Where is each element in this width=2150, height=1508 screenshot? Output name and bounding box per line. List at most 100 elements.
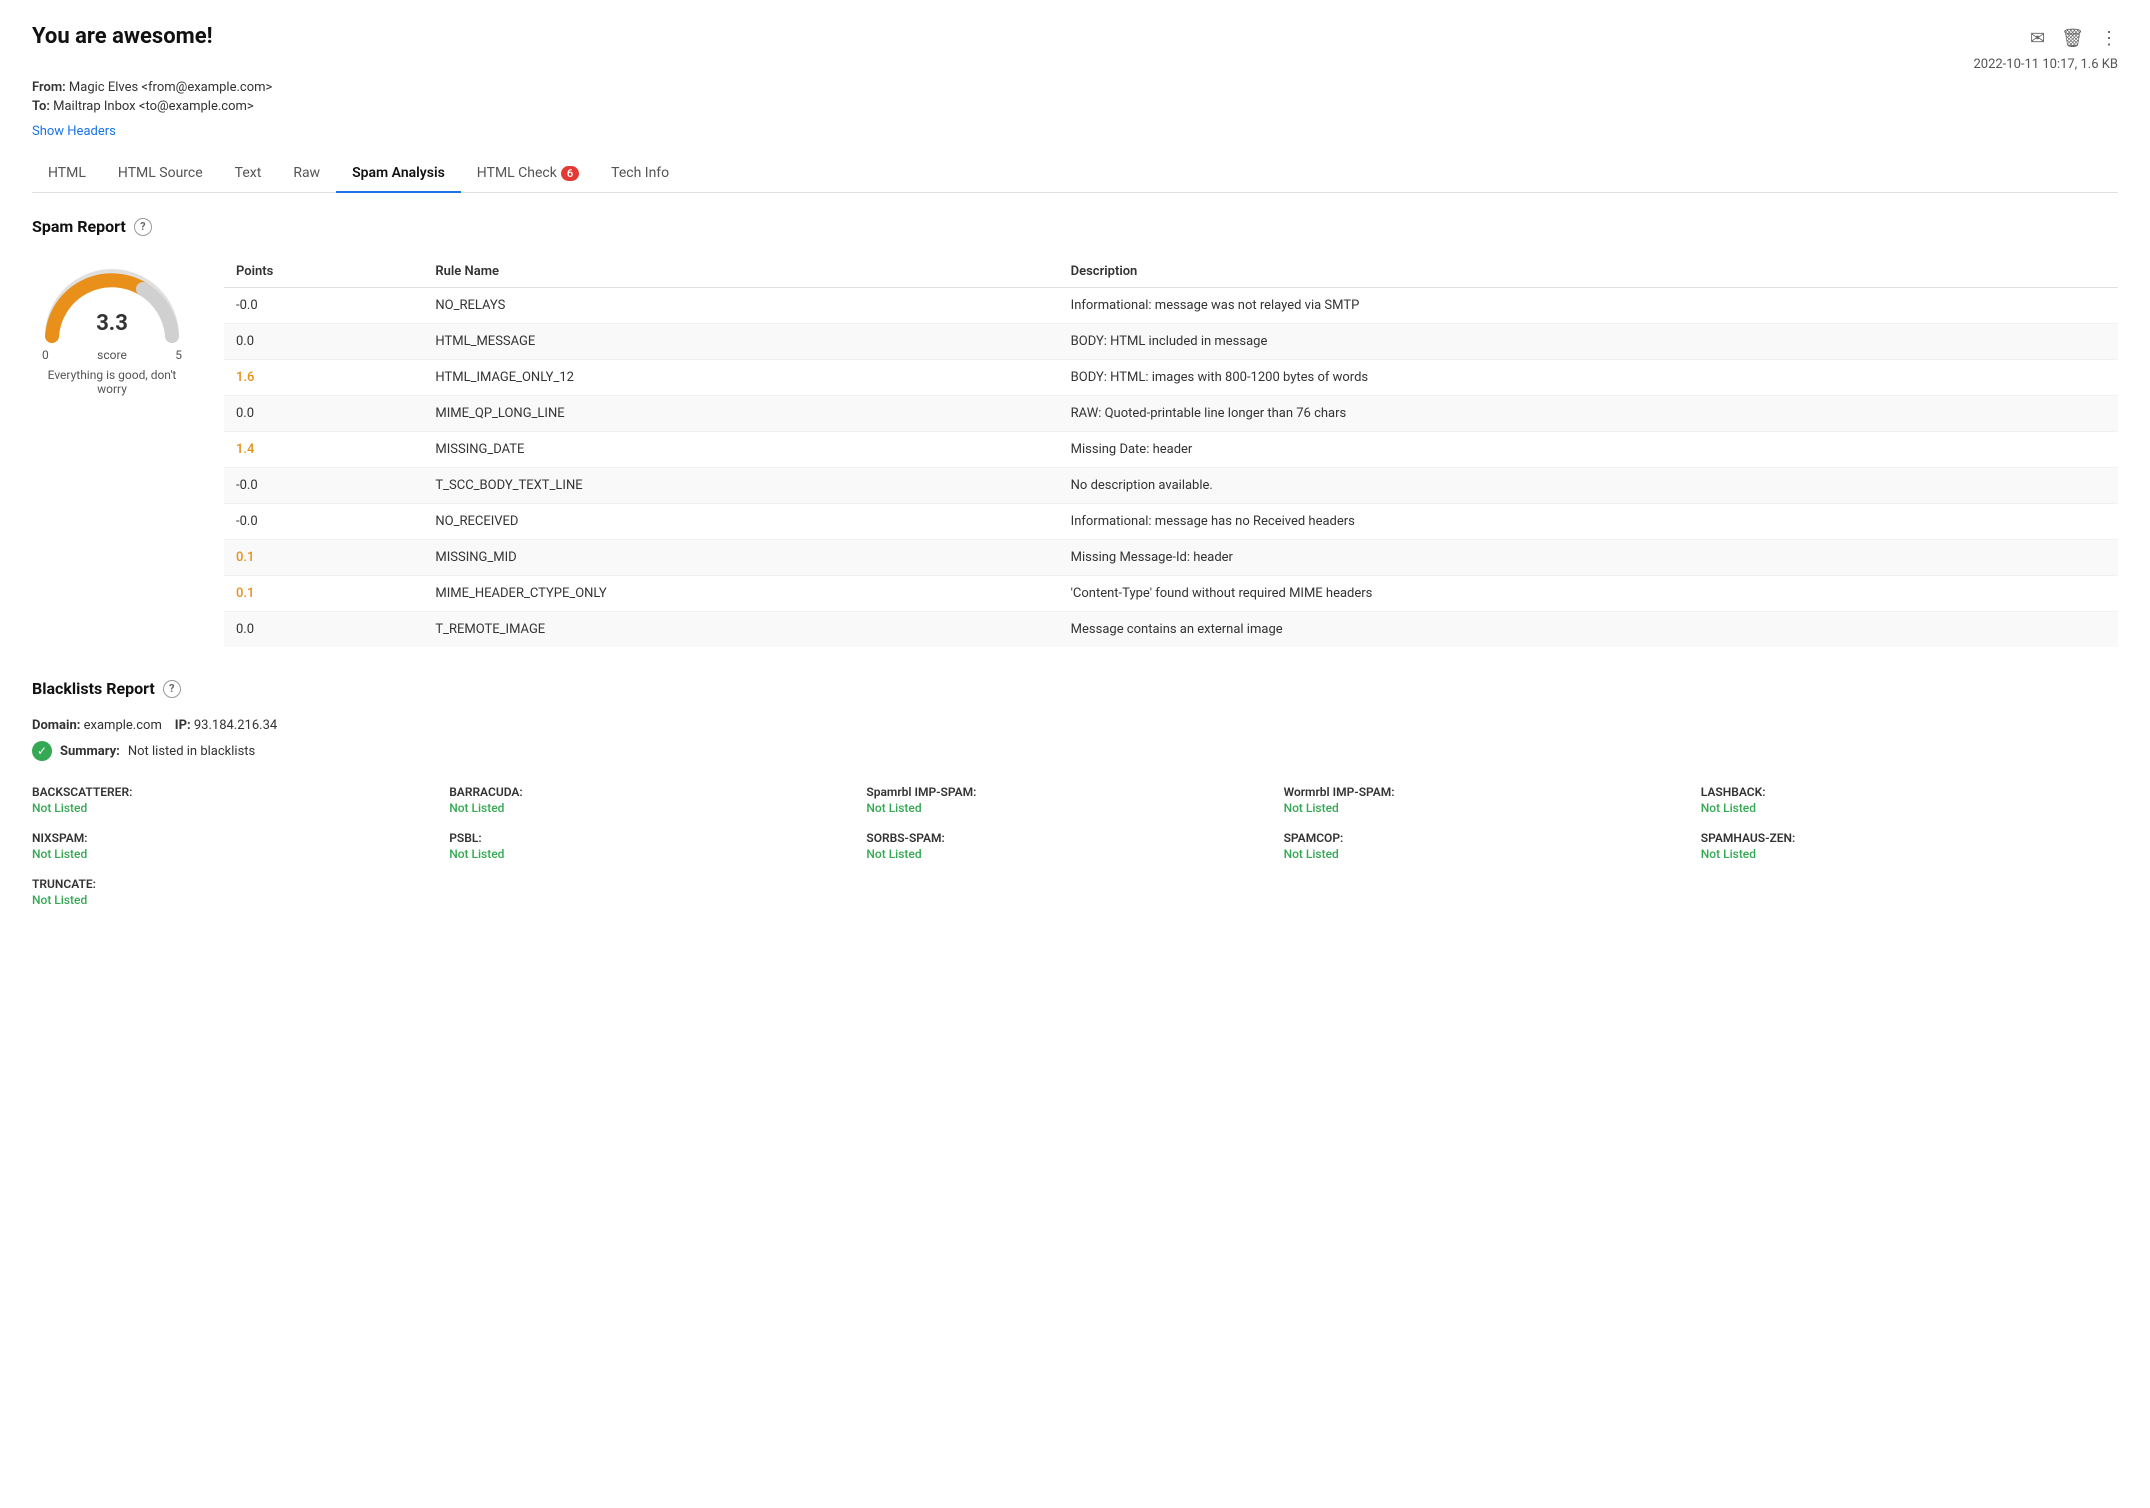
blacklist-label: BARRACUDA: bbox=[449, 785, 866, 799]
summary-value: Not listed in blacklists bbox=[128, 744, 255, 759]
blacklist-grid: BACKSCATTERER:Not ListedBARRACUDA:Not Li… bbox=[32, 781, 2118, 911]
tab-html-source[interactable]: HTML Source bbox=[102, 155, 219, 193]
table-row: -0.0NO_RECEIVEDInformational: message ha… bbox=[224, 504, 2118, 540]
blacklist-value: Not Listed bbox=[1284, 801, 1701, 815]
blacklist-label: BACKSCATTERER: bbox=[32, 785, 449, 799]
more-icon[interactable]: ⋮ bbox=[2100, 28, 2118, 49]
blacklist-item: LASHBACK: Not Listed bbox=[1701, 781, 2118, 819]
table-row: 0.0HTML_MESSAGEBODY: HTML included in me… bbox=[224, 324, 2118, 360]
description-cell: Missing Message-Id: header bbox=[1059, 540, 2118, 576]
gauge-container: 3.3 0 score 5 Everything is good, don't … bbox=[32, 256, 192, 396]
blacklist-label: LASHBACK: bbox=[1701, 785, 2118, 799]
rule-cell: HTML_MESSAGE bbox=[423, 324, 1058, 360]
points-cell: -0.0 bbox=[224, 468, 423, 504]
blacklist-item: PSBL: Not Listed bbox=[449, 827, 866, 865]
blacklists-help-icon[interactable]: ? bbox=[163, 680, 181, 698]
blacklist-value: Not Listed bbox=[449, 801, 866, 815]
blacklist-item: NIXSPAM: Not Listed bbox=[32, 827, 449, 865]
gauge-score-label: score bbox=[97, 348, 127, 362]
spam-report-title: Spam Report bbox=[32, 217, 126, 236]
rule-cell: T_REMOTE_IMAGE bbox=[423, 612, 1058, 648]
from-value: Magic Elves <from@example.com> bbox=[69, 80, 272, 95]
table-row: 0.1MISSING_MIDMissing Message-Id: header bbox=[224, 540, 2118, 576]
col-description: Description bbox=[1059, 256, 2118, 288]
description-cell: No description available. bbox=[1059, 468, 2118, 504]
rule-cell: MIME_HEADER_CTYPE_ONLY bbox=[423, 576, 1058, 612]
blacklist-item: BACKSCATTERER: Not Listed bbox=[32, 781, 449, 819]
points-cell: 0.1 bbox=[224, 576, 423, 612]
description-cell: BODY: HTML included in message bbox=[1059, 324, 2118, 360]
points-cell: -0.0 bbox=[224, 288, 423, 324]
blacklist-item: TRUNCATE: Not Listed bbox=[32, 873, 449, 911]
blacklist-label: Spamrbl IMP-SPAM: bbox=[866, 785, 1283, 799]
rule-cell: HTML_IMAGE_ONLY_12 bbox=[423, 360, 1058, 396]
blacklist-value: Not Listed bbox=[449, 847, 866, 861]
table-row: 0.0T_REMOTE_IMAGEMessage contains an ext… bbox=[224, 612, 2118, 648]
email-icon[interactable]: ✉ bbox=[2030, 28, 2045, 49]
description-cell: Message contains an external image bbox=[1059, 612, 2118, 648]
summary-label: Summary: bbox=[60, 744, 120, 759]
tab-text[interactable]: Text bbox=[219, 155, 278, 193]
spam-report-help-icon[interactable]: ? bbox=[134, 218, 152, 236]
tab-raw[interactable]: Raw bbox=[277, 155, 336, 193]
blacklist-item: BARRACUDA: Not Listed bbox=[449, 781, 866, 819]
points-cell: -0.0 bbox=[224, 504, 423, 540]
svg-text:3.3: 3.3 bbox=[96, 311, 128, 336]
blacklist-value: Not Listed bbox=[866, 847, 1283, 861]
gauge-max: 5 bbox=[175, 348, 182, 362]
blacklist-label: PSBL: bbox=[449, 831, 866, 845]
blacklist-value: Not Listed bbox=[32, 801, 449, 815]
blacklist-label: TRUNCATE: bbox=[32, 877, 449, 891]
to-value: Mailtrap Inbox <to@example.com> bbox=[53, 99, 254, 114]
blacklist-item: SPAMCOP:Not Listed bbox=[1284, 827, 1701, 865]
blacklist-value: Not Listed bbox=[32, 847, 449, 861]
domain-value: example.com bbox=[84, 718, 162, 733]
blacklist-value: Not Listed bbox=[1701, 801, 2118, 815]
table-row: 1.6HTML_IMAGE_ONLY_12BODY: HTML: images … bbox=[224, 360, 2118, 396]
blacklist-value: Not Listed bbox=[1284, 847, 1701, 861]
blacklist-item: SPAMHAUS-ZEN:Not Listed bbox=[1701, 827, 2118, 865]
points-cell: 1.6 bbox=[224, 360, 423, 396]
blacklist-value: Not Listed bbox=[866, 801, 1283, 815]
blacklists-section: Blacklists Report ? Domain: example.com … bbox=[32, 679, 2118, 911]
tab-html[interactable]: HTML bbox=[32, 155, 102, 193]
tab-tech-info[interactable]: Tech Info bbox=[595, 155, 685, 193]
gauge-min: 0 bbox=[42, 348, 49, 362]
rule-cell: MISSING_DATE bbox=[423, 432, 1058, 468]
tab-html-check[interactable]: HTML Check6 bbox=[461, 155, 595, 193]
spam-table: Points Rule Name Description -0.0NO_RELA… bbox=[224, 256, 2118, 647]
title: You are awesome! bbox=[32, 24, 213, 49]
rule-cell: NO_RELAYS bbox=[423, 288, 1058, 324]
rule-cell: MIME_QP_LONG_LINE bbox=[423, 396, 1058, 432]
blacklists-title: Blacklists Report bbox=[32, 679, 155, 698]
table-row: -0.0NO_RELAYSInformational: message was … bbox=[224, 288, 2118, 324]
blacklist-value: Not Listed bbox=[1701, 847, 2118, 861]
blacklist-value: Not Listed bbox=[32, 893, 449, 907]
to-label: To: bbox=[32, 99, 50, 114]
gauge-message: Everything is good, don't worry bbox=[42, 368, 182, 396]
html-check-badge: 6 bbox=[561, 166, 579, 181]
description-cell: Missing Date: header bbox=[1059, 432, 2118, 468]
blacklist-label: NIXSPAM: bbox=[32, 831, 449, 845]
description-cell: RAW: Quoted-printable line longer than 7… bbox=[1059, 396, 2118, 432]
from-label: From: bbox=[32, 80, 66, 95]
col-rule: Rule Name bbox=[423, 256, 1058, 288]
tab-spam-analysis[interactable]: Spam Analysis bbox=[336, 155, 461, 193]
rule-cell: MISSING_MID bbox=[423, 540, 1058, 576]
blacklist-item: Wormrbl IMP-SPAM: Not Listed bbox=[1284, 781, 1701, 819]
show-headers-link[interactable]: Show Headers bbox=[32, 124, 116, 139]
rule-cell: NO_RECEIVED bbox=[423, 504, 1058, 540]
points-cell: 0.0 bbox=[224, 324, 423, 360]
blacklist-label: Wormrbl IMP-SPAM: bbox=[1284, 785, 1701, 799]
delete-icon[interactable]: 🗑 bbox=[2061, 28, 2084, 49]
table-row: 0.1MIME_HEADER_CTYPE_ONLY'Content-Type' … bbox=[224, 576, 2118, 612]
tabs: HTML HTML Source Text Raw Spam Analysis … bbox=[32, 155, 2118, 193]
check-icon: ✓ bbox=[32, 741, 52, 761]
points-cell: 0.0 bbox=[224, 396, 423, 432]
points-cell: 1.4 bbox=[224, 432, 423, 468]
date-meta: 2022-10-11 10:17, 1.6 KB bbox=[1973, 57, 2118, 72]
points-cell: 0.1 bbox=[224, 540, 423, 576]
description-cell: 'Content-Type' found without required MI… bbox=[1059, 576, 2118, 612]
gauge-svg: 3.3 bbox=[32, 256, 192, 346]
description-cell: Informational: message was not relayed v… bbox=[1059, 288, 2118, 324]
